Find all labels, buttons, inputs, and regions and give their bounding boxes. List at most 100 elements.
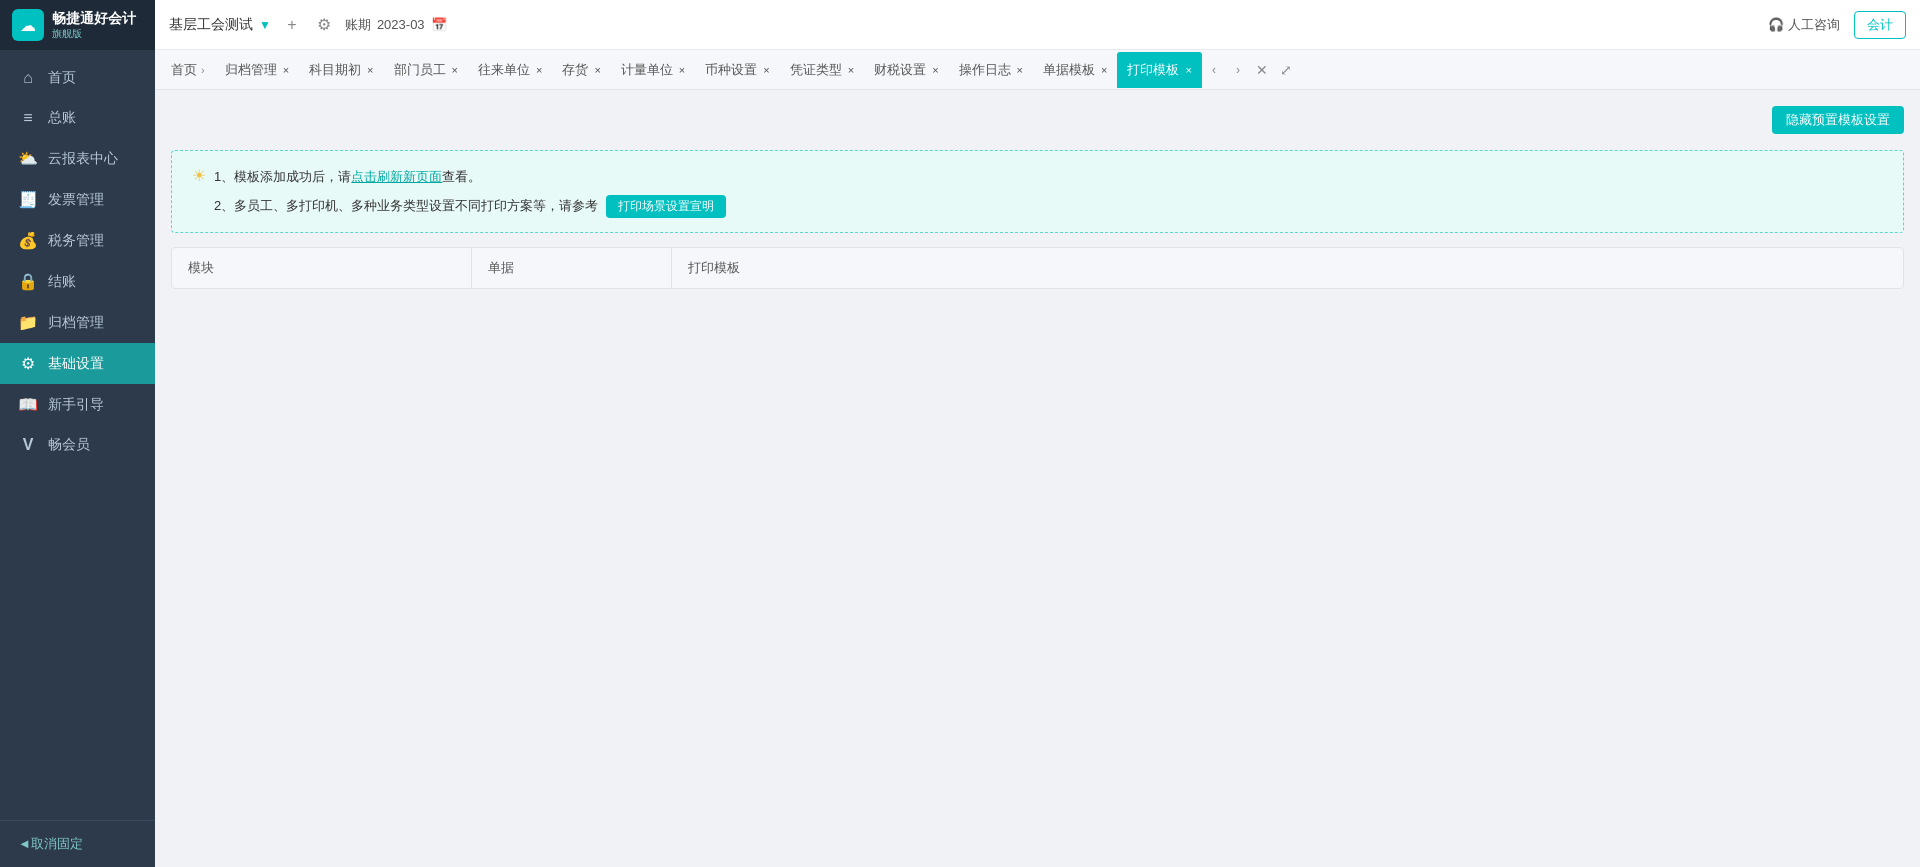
tab-operation-log-close[interactable]: × <box>1017 64 1023 76</box>
notice-box: ☀ 1、模板添加成功后，请点击刷新新页面查看。 ☀ 2、多员工、多打印机、多种业… <box>171 150 1904 233</box>
notice-line1-suffix: 查看。 <box>442 169 481 184</box>
tax-icon: 💰 <box>18 231 38 250</box>
tab-home-label: 首页 <box>171 61 197 79</box>
tab-partner-close[interactable]: × <box>536 64 542 76</box>
tabbar: 首页 › 归档管理 × 科目期初 × 部门员工 × 往来单位 × 存货 × 计量… <box>155 50 1920 90</box>
sidebar-item-invoice[interactable]: 🧾 发票管理 <box>0 179 155 220</box>
tab-archive-close[interactable]: × <box>283 64 289 76</box>
hide-btn-row: 隐藏预置模板设置 <box>171 106 1904 142</box>
sidebar-item-closing[interactable]: 🔒 结账 <box>0 261 155 302</box>
sidebar-item-label: 税务管理 <box>48 232 104 250</box>
guide-icon: 📖 <box>18 395 38 414</box>
vip-icon: V <box>18 436 38 454</box>
sidebar-item-vip[interactable]: V 畅会员 <box>0 425 155 465</box>
reports-icon: ⛅ <box>18 149 38 168</box>
tab-unit[interactable]: 计量单位 × <box>611 52 695 88</box>
sidebar-item-label: 基础设置 <box>48 355 104 373</box>
notice-line2-prefix: 2、多员工、多打印机、多种业务类型设置不同打印方案等，请参考 <box>214 198 598 213</box>
tab-subject-label: 科目期初 <box>309 61 361 79</box>
plus-icon: + <box>287 16 296 34</box>
account-button[interactable]: 会计 <box>1854 11 1906 39</box>
sidebar-item-label: 畅会员 <box>48 436 90 454</box>
tab-partner-label: 往来单位 <box>478 61 530 79</box>
company-selector[interactable]: 基层工会测试 ▼ <box>169 16 271 34</box>
sidebar: ☁ 畅捷通好会计 旗舰版 ⌂ 首页 ≡ 总账 ⛅ 云报表中心 🧾 发票管理 💰 … <box>0 0 155 867</box>
tab-tax-setting[interactable]: 财税设置 × <box>864 52 948 88</box>
sidebar-item-reports[interactable]: ⛅ 云报表中心 <box>0 138 155 179</box>
service-label: 人工咨询 <box>1788 16 1840 34</box>
sidebar-item-label: 云报表中心 <box>48 150 118 168</box>
gear-icon: ⚙ <box>317 15 331 34</box>
sidebar-item-label: 新手引导 <box>48 396 104 414</box>
tab-currency[interactable]: 币种设置 × <box>695 52 779 88</box>
sidebar-item-home[interactable]: ⌂ 首页 <box>0 58 155 98</box>
sidebar-item-label: 发票管理 <box>48 191 104 209</box>
home-icon: ⌂ <box>18 69 38 87</box>
period-display: 账期 2023-03 📅 <box>345 16 447 34</box>
main-area: 基层工会测试 ▼ + ⚙ 账期 2023-03 📅 🎧 人工咨询 会计 首页 › <box>155 0 1920 867</box>
tab-subject[interactable]: 科目期初 × <box>299 52 383 88</box>
tab-dept-close[interactable]: × <box>452 64 458 76</box>
add-tab-button[interactable]: + <box>281 14 303 36</box>
notice-line1-prefix: 1、模板添加成功后，请 <box>214 169 351 184</box>
calendar-icon[interactable]: 📅 <box>431 17 447 32</box>
tab-currency-label: 币种设置 <box>705 61 757 79</box>
tab-unit-label: 计量单位 <box>621 61 673 79</box>
invoice-icon: 🧾 <box>18 190 38 209</box>
tab-operation-log[interactable]: 操作日志 × <box>949 52 1033 88</box>
sidebar-item-archive[interactable]: 📁 归档管理 <box>0 302 155 343</box>
tab-subject-close[interactable]: × <box>367 64 373 76</box>
period-label: 账期 <box>345 16 371 34</box>
tab-operation-log-label: 操作日志 <box>959 61 1011 79</box>
tab-voucher-type[interactable]: 凭证类型 × <box>780 52 864 88</box>
tab-tax-setting-close[interactable]: × <box>932 64 938 76</box>
sidebar-item-guide[interactable]: 📖 新手引导 <box>0 384 155 425</box>
topbar-right: 🎧 人工咨询 会计 <box>1768 11 1906 39</box>
sidebar-nav: ⌂ 首页 ≡ 总账 ⛅ 云报表中心 🧾 发票管理 💰 税务管理 🔒 结账 📁 归… <box>0 50 155 820</box>
tab-prev-button[interactable]: ‹ <box>1202 52 1226 88</box>
topbar-settings-button[interactable]: ⚙ <box>313 14 335 36</box>
tab-inventory[interactable]: 存货 × <box>552 52 610 88</box>
sidebar-item-label: 归档管理 <box>48 314 104 332</box>
archive-icon: 📁 <box>18 313 38 332</box>
notice-row-2: ☀ 2、多员工、多打印机、多种业务类型设置不同打印方案等，请参考 打印场景设置宣… <box>192 194 1883 218</box>
tab-next-button[interactable]: › <box>1226 52 1250 88</box>
tab-close-all-button[interactable]: ✕ <box>1250 52 1274 88</box>
print-scene-button[interactable]: 打印场景设置宣明 <box>606 195 726 218</box>
settings-icon: ⚙ <box>18 354 38 373</box>
col-header-module: 模块 <box>172 248 472 288</box>
tab-voucher-type-label: 凭证类型 <box>790 61 842 79</box>
tab-single-template[interactable]: 单据模板 × <box>1033 52 1117 88</box>
notice-refresh-link[interactable]: 点击刷新新页面 <box>351 169 442 184</box>
tab-single-template-close[interactable]: × <box>1101 64 1107 76</box>
tab-voucher-type-close[interactable]: × <box>848 64 854 76</box>
sidebar-item-settings[interactable]: ⚙ 基础设置 <box>0 343 155 384</box>
sidebar-item-label: 结账 <box>48 273 76 291</box>
service-button[interactable]: 🎧 人工咨询 <box>1768 16 1840 34</box>
tab-unit-close[interactable]: × <box>679 64 685 76</box>
tab-inventory-label: 存货 <box>562 61 588 79</box>
hide-template-button[interactable]: 隐藏预置模板设置 <box>1772 106 1904 134</box>
tab-inventory-close[interactable]: × <box>594 64 600 76</box>
sidebar-item-tax[interactable]: 💰 税务管理 <box>0 220 155 261</box>
tab-print-template-label: 打印模板 <box>1127 61 1179 79</box>
app-sub: 旗舰版 <box>52 27 136 41</box>
tab-archive[interactable]: 归档管理 × <box>215 52 299 88</box>
notice-text-2: 2、多员工、多打印机、多种业务类型设置不同打印方案等，请参考 打印场景设置宣明 <box>214 194 730 218</box>
closing-icon: 🔒 <box>18 272 38 291</box>
tab-expand-button[interactable]: ⤢ <box>1274 52 1298 88</box>
tab-print-template-close[interactable]: × <box>1185 64 1191 76</box>
tab-home[interactable]: 首页 › <box>161 52 215 88</box>
notice-text-1: 1、模板添加成功后，请点击刷新新页面查看。 <box>214 165 481 188</box>
tab-print-template[interactable]: 打印模板 × <box>1117 52 1201 88</box>
ledger-icon: ≡ <box>18 109 38 127</box>
col-header-order: 单据 <box>472 248 672 288</box>
tab-archive-label: 归档管理 <box>225 61 277 79</box>
sidebar-item-ledger[interactable]: ≡ 总账 <box>0 98 155 138</box>
tab-tax-setting-label: 财税设置 <box>874 61 926 79</box>
col-header-template: 打印模板 <box>672 248 1903 288</box>
tab-partner[interactable]: 往来单位 × <box>468 52 552 88</box>
tab-currency-close[interactable]: × <box>763 64 769 76</box>
sidebar-footer-unpin[interactable]: ◄取消固定 <box>0 820 155 867</box>
tab-dept[interactable]: 部门员工 × <box>384 52 468 88</box>
